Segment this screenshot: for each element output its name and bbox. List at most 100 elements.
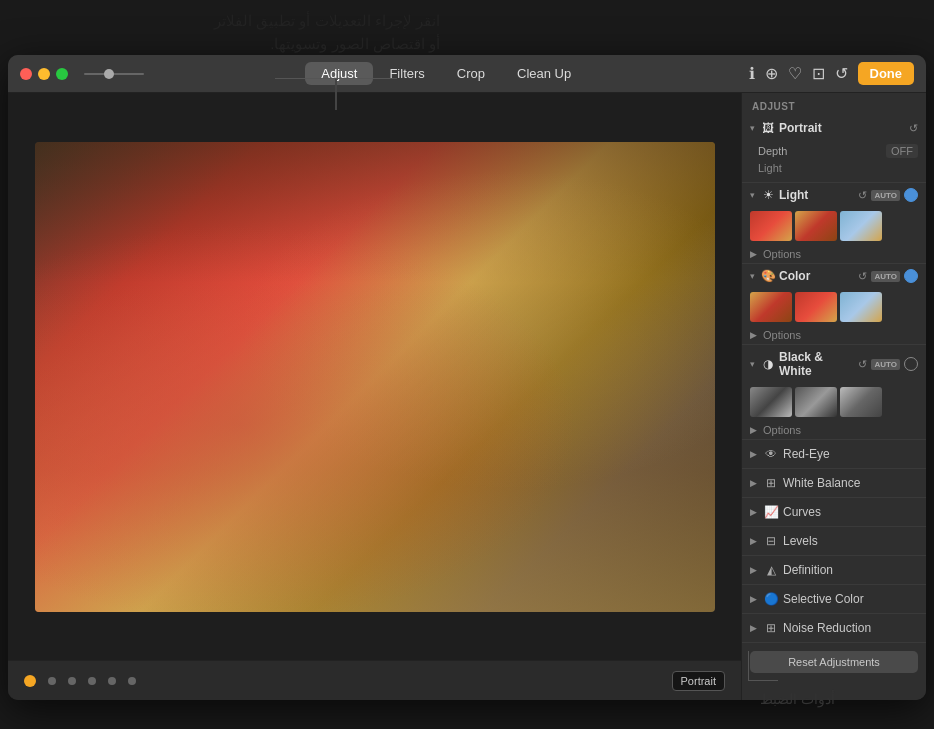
color-auto-badge[interactable]: AUTO — [871, 271, 900, 282]
bw-thumb-1[interactable] — [750, 387, 792, 417]
bottom-callout-text: أدوات الضبط — [760, 691, 835, 707]
portrait-undo-icon[interactable]: ↺ — [909, 122, 918, 135]
nav-dot-active[interactable] — [24, 675, 36, 687]
light-thumbs — [742, 207, 926, 245]
color-undo-icon[interactable]: ↺ — [858, 270, 867, 283]
light-toggle[interactable] — [904, 188, 918, 202]
tab-adjust[interactable]: Adjust — [305, 62, 373, 85]
selective-icon: 🔵 — [763, 591, 779, 607]
color-options-row[interactable]: ▶ Options — [742, 326, 926, 344]
portrait-icon: 🖼 — [761, 121, 775, 135]
section-portrait-header[interactable]: ▾ 🖼 Portrait ↺ — [742, 116, 926, 140]
toolbar-icons: ℹ ⊕ ♡ ⊡ ↺ Done — [749, 62, 915, 85]
levels-icon: ⊟ — [763, 533, 779, 549]
bw-toggle[interactable] — [904, 357, 918, 371]
info-icon[interactable]: ℹ — [749, 64, 755, 83]
item-curves[interactable]: ▶ 📈 Curves — [742, 498, 926, 527]
color-thumb-3[interactable] — [840, 292, 882, 322]
tooltip: انقر لإجراء التعديلات أو تطبيق الفلاتر أ… — [20, 10, 440, 55]
tab-filters[interactable]: Filters — [373, 62, 440, 85]
favorite-icon[interactable]: ♡ — [788, 64, 802, 83]
bw-undo-icon[interactable]: ↺ — [858, 358, 867, 371]
section-color-header[interactable]: ▾ 🎨 Color ↺ AUTO — [742, 264, 926, 288]
bottom-toolbar: Portrait — [8, 660, 741, 700]
minimize-button[interactable] — [38, 68, 50, 80]
section-light-header[interactable]: ▾ ☀ Light ↺ AUTO — [742, 183, 926, 207]
nav-dot-4[interactable] — [108, 677, 116, 685]
wb-label: White Balance — [783, 476, 918, 490]
sidebar-header: ADJUST — [742, 93, 926, 116]
bw-thumb-2[interactable] — [795, 387, 837, 417]
redeye-icon: 👁 — [763, 446, 779, 462]
section-bw: ▾ ◑ Black & White ↺ AUTO ▶ Optio — [742, 345, 926, 440]
chevron-definition: ▶ — [750, 565, 757, 575]
bottom-icons — [24, 675, 136, 687]
bw-auto-badge[interactable]: AUTO — [871, 359, 900, 370]
reset-adjustments-button[interactable]: Reset Adjustments — [750, 651, 918, 673]
item-noise[interactable]: ▶ ⊞ Noise Reduction — [742, 614, 926, 643]
chevron-light: ▾ — [750, 190, 755, 200]
chevron-wb: ▶ — [750, 478, 757, 488]
done-button[interactable]: Done — [858, 62, 915, 85]
light-actions: ↺ AUTO — [858, 188, 918, 202]
light-undo-icon[interactable]: ↺ — [858, 189, 867, 202]
depth-label: Depth — [758, 145, 787, 157]
item-redeye[interactable]: ▶ 👁 Red-Eye — [742, 440, 926, 469]
light-sub-label: Light — [758, 162, 918, 174]
nav-dot-2[interactable] — [68, 677, 76, 685]
tooltip-line1: انقر لإجراء التعديلات أو تطبيق الفلاتر — [20, 10, 440, 33]
photo-canvas — [8, 93, 741, 660]
section-portrait: ▾ 🖼 Portrait ↺ Depth OFF Light — [742, 116, 926, 183]
section-bw-header[interactable]: ▾ ◑ Black & White ↺ AUTO — [742, 345, 926, 383]
noise-label: Noise Reduction — [783, 621, 918, 635]
color-thumb-2[interactable] — [795, 292, 837, 322]
slider-thumb — [104, 69, 114, 79]
nav-dot-3[interactable] — [88, 677, 96, 685]
chevron-noise: ▶ — [750, 623, 757, 633]
maximize-button[interactable] — [56, 68, 68, 80]
color-toggle[interactable] — [904, 269, 918, 283]
nav-dot-1[interactable] — [48, 677, 56, 685]
chevron-portrait: ▾ — [750, 123, 755, 133]
color-thumb-1[interactable] — [750, 292, 792, 322]
item-wb[interactable]: ▶ ⊞ White Balance — [742, 469, 926, 498]
brightness-slider[interactable] — [84, 73, 144, 75]
callout-line-bottom — [748, 651, 749, 681]
nav-dot-5[interactable] — [128, 677, 136, 685]
light-thumb-2[interactable] — [795, 211, 837, 241]
item-definition[interactable]: ▶ ◭ Definition — [742, 556, 926, 585]
color-thumbs — [742, 288, 926, 326]
tooltip-line2: أو اقتصاص الصور وتسويتها. — [20, 33, 440, 56]
bw-title: Black & White — [779, 350, 854, 378]
portrait-content: Depth OFF Light — [742, 140, 926, 182]
definition-icon: ◭ — [763, 562, 779, 578]
redeye-label: Red-Eye — [783, 447, 918, 461]
light-thumb-3[interactable] — [840, 211, 882, 241]
light-options-row[interactable]: ▶ Options — [742, 245, 926, 263]
light-auto-badge[interactable]: AUTO — [871, 190, 900, 201]
noise-icon: ⊞ — [763, 620, 779, 636]
callout-line-top — [335, 78, 337, 110]
main-window: Adjust Filters Crop Clean Up ℹ ⊕ ♡ ⊡ ↺ D… — [8, 55, 926, 700]
light-thumb-1[interactable] — [750, 211, 792, 241]
share-icon[interactable]: ⊕ — [765, 64, 778, 83]
rotate-icon[interactable]: ↺ — [835, 64, 848, 83]
duplicate-icon[interactable]: ⊡ — [812, 64, 825, 83]
bw-options-label: Options — [763, 424, 801, 436]
bw-options-row[interactable]: ▶ Options — [742, 421, 926, 439]
slider-track — [84, 73, 144, 75]
bw-thumbs — [742, 383, 926, 421]
color-options-label: Options — [763, 329, 801, 341]
item-levels[interactable]: ▶ ⊟ Levels — [742, 527, 926, 556]
color-icon: 🎨 — [761, 269, 775, 283]
toolbar-tabs: Adjust Filters Crop Clean Up — [152, 62, 741, 85]
tab-crop[interactable]: Crop — [441, 62, 501, 85]
traffic-lights — [20, 68, 68, 80]
close-button[interactable] — [20, 68, 32, 80]
bw-thumb-3[interactable] — [840, 387, 882, 417]
levels-label: Levels — [783, 534, 918, 548]
tab-cleanup[interactable]: Clean Up — [501, 62, 587, 85]
item-selective[interactable]: ▶ 🔵 Selective Color — [742, 585, 926, 614]
curves-icon: 📈 — [763, 504, 779, 520]
portrait-title: Portrait — [779, 121, 905, 135]
